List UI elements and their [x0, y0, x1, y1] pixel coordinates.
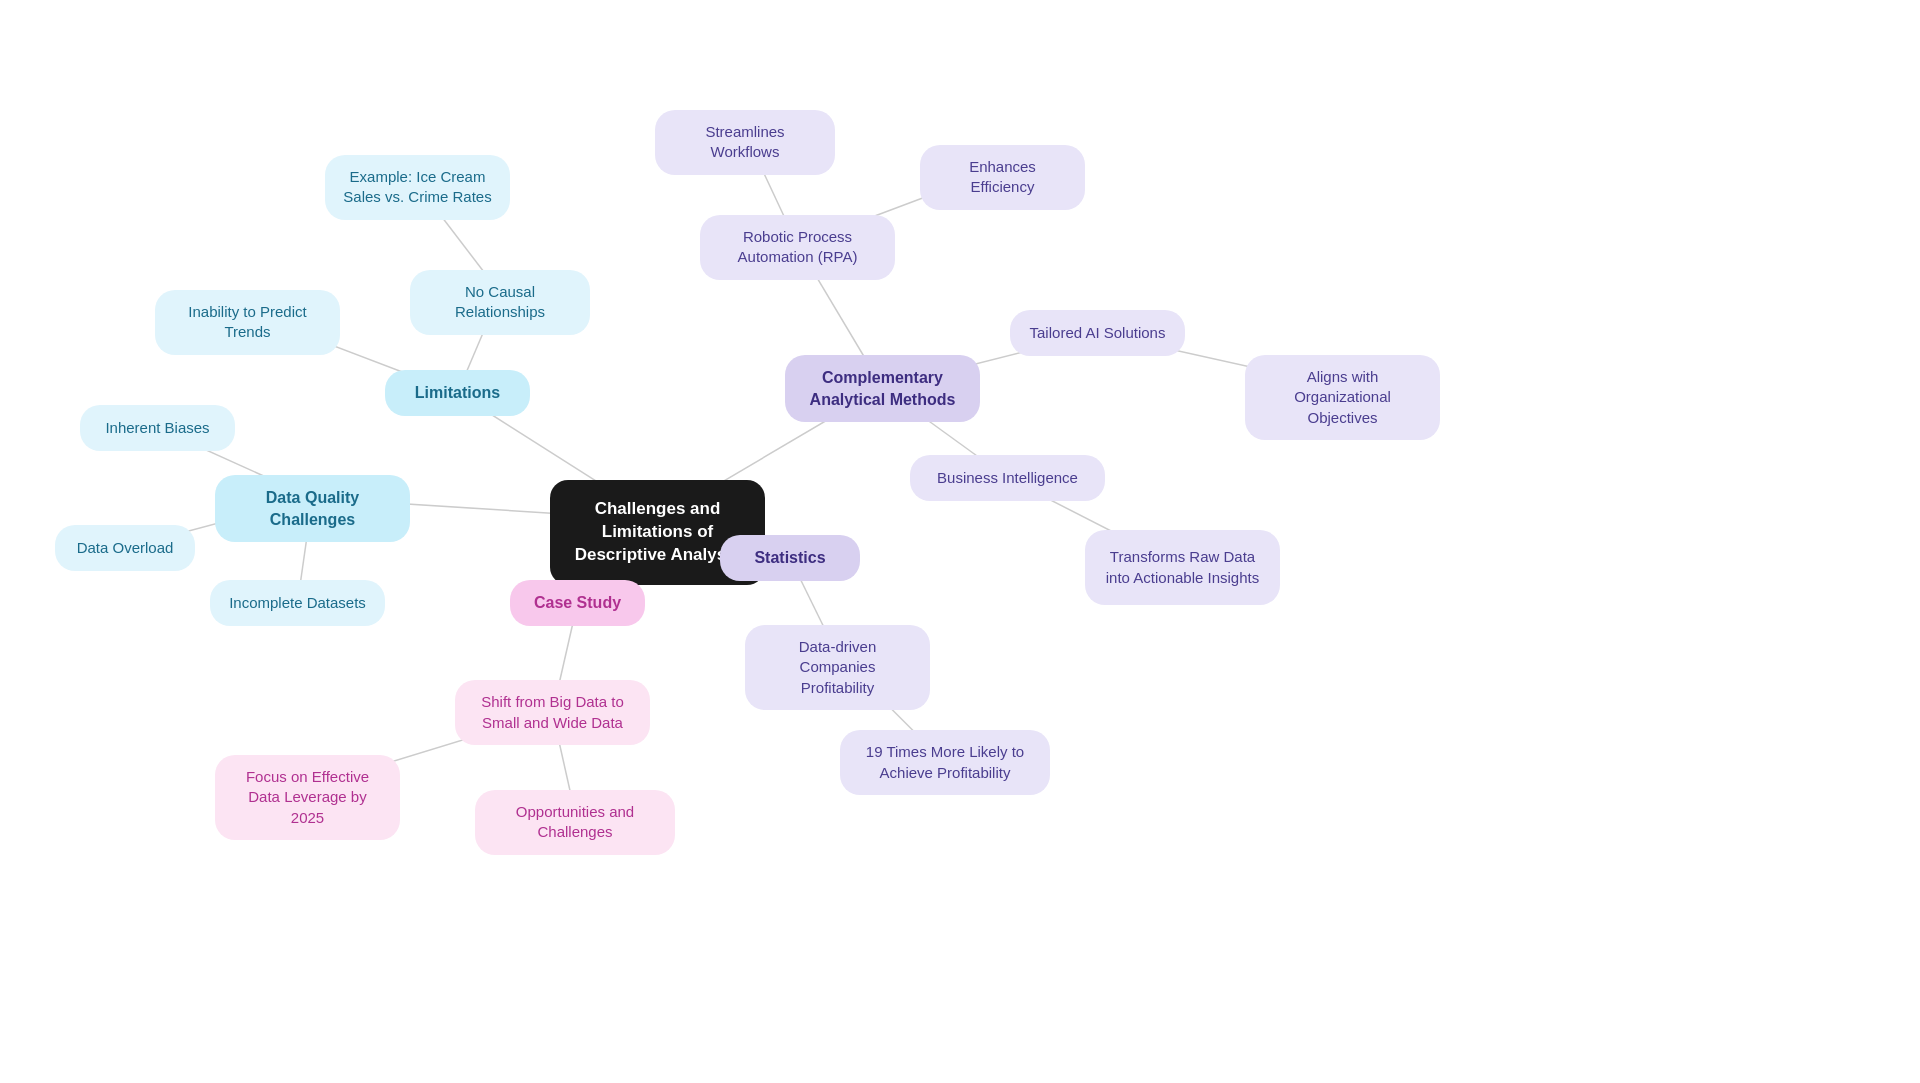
node-complementary: Complementary Analytical Methods — [785, 355, 980, 422]
node-data-driven: Data-driven Companies Profitability — [745, 625, 930, 710]
node-case-study: Case Study — [510, 580, 645, 626]
node-focus-data: Focus on Effective Data Leverage by 2025 — [215, 755, 400, 840]
mind-map: Challenges and Limitations of Descriptiv… — [0, 0, 1920, 1083]
node-aligns: Aligns with Organizational Objectives — [1245, 355, 1440, 440]
node-transforms: Transforms Raw Data into Actionable Insi… — [1085, 530, 1280, 605]
node-19-times: 19 Times More Likely to Achieve Profitab… — [840, 730, 1050, 795]
node-opportunities: Opportunities and Challenges — [475, 790, 675, 855]
node-no-causal: No Causal Relationships — [410, 270, 590, 335]
node-rpa: Robotic Process Automation (RPA) — [700, 215, 895, 280]
node-business-intel: Business Intelligence — [910, 455, 1105, 501]
node-data-overload: Data Overload — [55, 525, 195, 571]
node-statistics: Statistics — [720, 535, 860, 581]
node-data-quality: Data Quality Challenges — [215, 475, 410, 542]
node-ice-cream: Example: Ice Cream Sales vs. Crime Rates — [325, 155, 510, 220]
node-inherent-biases: Inherent Biases — [80, 405, 235, 451]
node-incomplete: Incomplete Datasets — [210, 580, 385, 626]
node-shift-big-data: Shift from Big Data to Small and Wide Da… — [455, 680, 650, 745]
node-enhances: Enhances Efficiency — [920, 145, 1085, 210]
node-streamlines: Streamlines Workflows — [655, 110, 835, 175]
node-inability: Inability to Predict Trends — [155, 290, 340, 355]
node-tailored-ai: Tailored AI Solutions — [1010, 310, 1185, 356]
node-limitations: Limitations — [385, 370, 530, 416]
